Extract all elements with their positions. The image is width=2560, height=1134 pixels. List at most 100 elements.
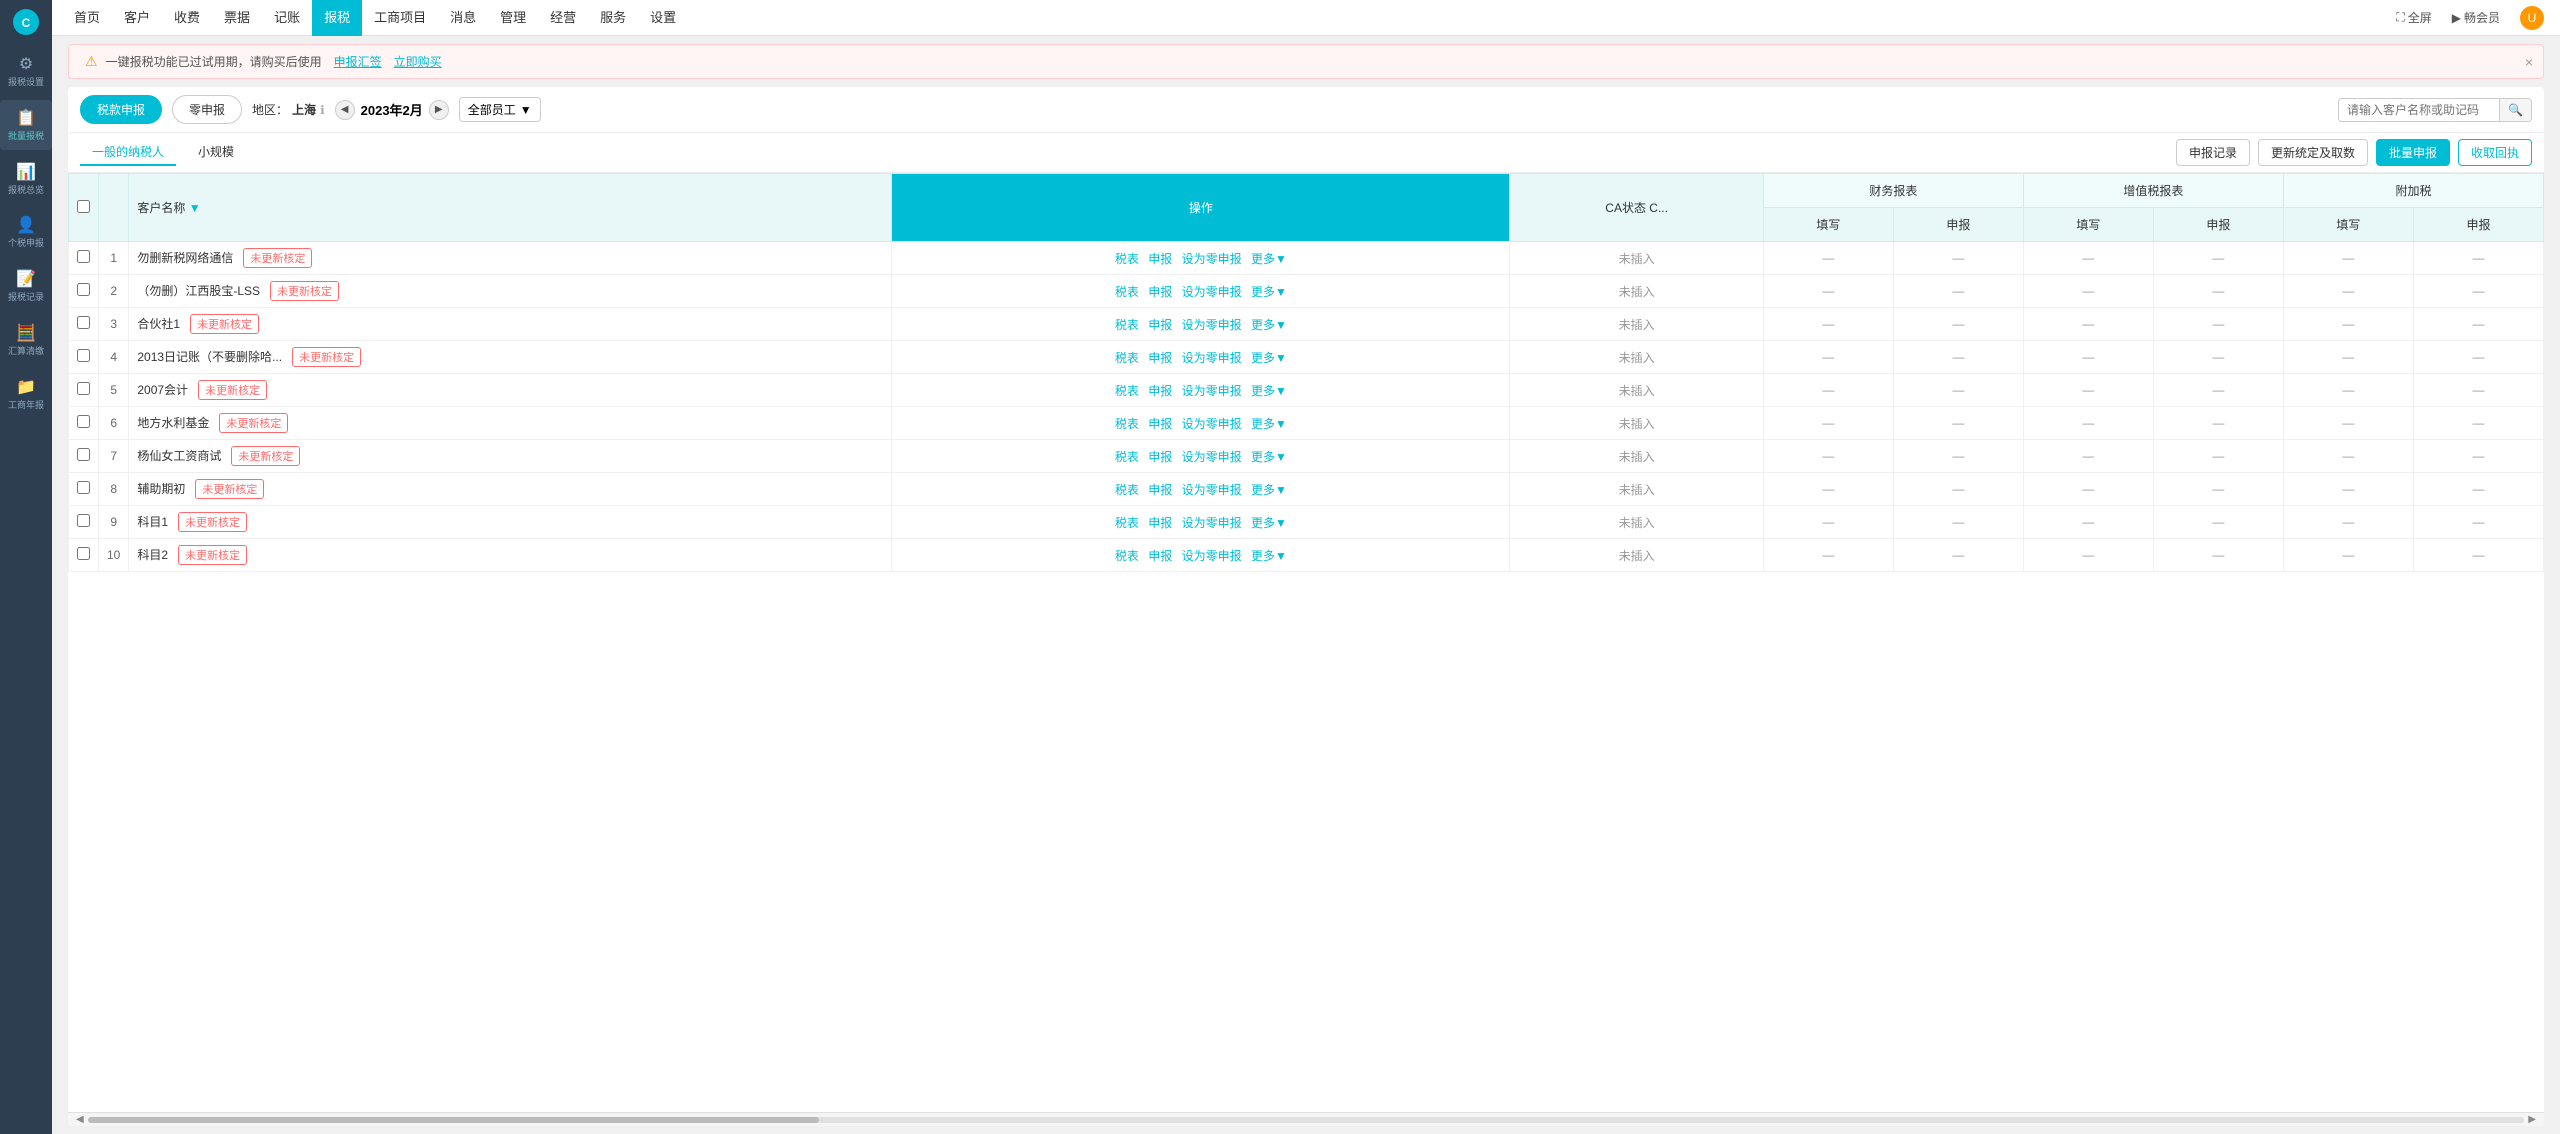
nav-home[interactable]: 首页 xyxy=(62,0,112,36)
nav-message[interactable]: 消息 xyxy=(438,0,488,36)
row-status-badge-4[interactable]: 未更新核定 xyxy=(198,380,267,400)
row-checkbox-2[interactable] xyxy=(77,316,90,329)
row-op-more-8[interactable]: 更多▼ xyxy=(1251,516,1287,530)
row-op-zero-2[interactable]: 设为零申报 xyxy=(1182,318,1242,332)
nav-account[interactable]: 记账 xyxy=(262,0,312,36)
row-op-tax-5[interactable]: 税表 xyxy=(1115,417,1139,431)
row-op-more-0[interactable]: 更多▼ xyxy=(1251,252,1287,266)
search-button[interactable]: 🔍 xyxy=(2499,99,2531,121)
row-status-badge-6[interactable]: 未更新核定 xyxy=(231,446,300,466)
nav-manage[interactable]: 管理 xyxy=(488,0,538,36)
row-op-declare-7[interactable]: 申报 xyxy=(1148,483,1172,497)
row-checkbox-7[interactable] xyxy=(77,481,90,494)
row-checkbox-3[interactable] xyxy=(77,349,90,362)
banner-close-icon[interactable]: × xyxy=(2525,54,2533,70)
sidebar-item-batch-tax[interactable]: 📋 批量报税 xyxy=(0,100,52,150)
row-op-declare-6[interactable]: 申报 xyxy=(1148,450,1172,464)
tab-general-taxpayer[interactable]: 一般的纳税人 xyxy=(80,139,176,166)
horizontal-scrollbar[interactable]: ◀ ▶ xyxy=(68,1112,2544,1126)
declare-record-button[interactable]: 申报记录 xyxy=(2176,139,2250,166)
row-checkbox-8[interactable] xyxy=(77,514,90,527)
row-op-zero-4[interactable]: 设为零申报 xyxy=(1182,384,1242,398)
row-op-zero-8[interactable]: 设为零申报 xyxy=(1182,516,1242,530)
row-op-tax-6[interactable]: 税表 xyxy=(1115,450,1139,464)
date-prev-button[interactable]: ◀ xyxy=(335,100,355,120)
row-op-zero-9[interactable]: 设为零申报 xyxy=(1182,549,1242,563)
row-op-more-9[interactable]: 更多▼ xyxy=(1251,549,1287,563)
row-op-declare-1[interactable]: 申报 xyxy=(1148,285,1172,299)
row-op-zero-0[interactable]: 设为零申报 xyxy=(1182,252,1242,266)
row-op-more-4[interactable]: 更多▼ xyxy=(1251,384,1287,398)
row-status-badge-0[interactable]: 未更新核定 xyxy=(243,248,312,268)
nav-settings[interactable]: 设置 xyxy=(638,0,688,36)
row-op-tax-9[interactable]: 税表 xyxy=(1115,549,1139,563)
sort-icon[interactable]: ▼ xyxy=(189,201,201,215)
banner-link-buy[interactable]: 立即购买 xyxy=(394,53,442,70)
row-op-declare-8[interactable]: 申报 xyxy=(1148,516,1172,530)
sidebar-item-tax-record[interactable]: 📝 报税记录 xyxy=(0,261,52,311)
row-op-more-3[interactable]: 更多▼ xyxy=(1251,351,1287,365)
nav-tax[interactable]: 报税 xyxy=(312,0,362,36)
row-status-badge-9[interactable]: 未更新核定 xyxy=(178,545,247,565)
row-op-tax-2[interactable]: 税表 xyxy=(1115,318,1139,332)
fullscreen-button[interactable]: ⛶ 全屏 xyxy=(2390,7,2437,28)
row-checkbox-5[interactable] xyxy=(77,415,90,428)
row-op-tax-3[interactable]: 税表 xyxy=(1115,351,1139,365)
row-op-tax-1[interactable]: 税表 xyxy=(1115,285,1139,299)
row-op-declare-3[interactable]: 申报 xyxy=(1148,351,1172,365)
row-op-zero-3[interactable]: 设为零申报 xyxy=(1182,351,1242,365)
row-op-zero-1[interactable]: 设为零申报 xyxy=(1182,285,1242,299)
tab-small-scale[interactable]: 小规模 xyxy=(186,139,246,166)
dept-select[interactable]: 全部员工 ▼ xyxy=(459,97,541,122)
row-op-zero-5[interactable]: 设为零申报 xyxy=(1182,417,1242,431)
row-op-tax-7[interactable]: 税表 xyxy=(1115,483,1139,497)
row-checkbox-0[interactable] xyxy=(77,250,90,263)
avatar[interactable]: U xyxy=(2514,4,2550,32)
search-input[interactable] xyxy=(2339,99,2499,121)
nav-invoice[interactable]: 票据 xyxy=(212,0,262,36)
scroll-thumb[interactable] xyxy=(88,1117,819,1123)
sidebar-item-personal-tax[interactable]: 👤 个税申报 xyxy=(0,207,52,257)
banner-link-record[interactable]: 申报汇签 xyxy=(334,53,382,70)
row-status-badge-8[interactable]: 未更新核定 xyxy=(178,512,247,532)
retrieve-receipt-button[interactable]: 收取回执 xyxy=(2458,139,2532,166)
scroll-right-arrow[interactable]: ▶ xyxy=(2524,1114,2540,1125)
row-status-badge-7[interactable]: 未更新核定 xyxy=(195,479,264,499)
row-op-declare-4[interactable]: 申报 xyxy=(1148,384,1172,398)
row-op-declare-5[interactable]: 申报 xyxy=(1148,417,1172,431)
nav-operation[interactable]: 经营 xyxy=(538,0,588,36)
row-status-badge-5[interactable]: 未更新核定 xyxy=(219,413,288,433)
row-op-declare-2[interactable]: 申报 xyxy=(1148,318,1172,332)
row-status-badge-2[interactable]: 未更新核定 xyxy=(190,314,259,334)
row-status-badge-1[interactable]: 未更新核定 xyxy=(270,281,339,301)
nav-client[interactable]: 客户 xyxy=(112,0,162,36)
row-op-more-1[interactable]: 更多▼ xyxy=(1251,285,1287,299)
row-op-declare-9[interactable]: 申报 xyxy=(1148,549,1172,563)
row-status-badge-3[interactable]: 未更新核定 xyxy=(292,347,361,367)
batch-declare-button[interactable]: 批量申报 xyxy=(2376,139,2450,166)
scroll-left-arrow[interactable]: ◀ xyxy=(72,1114,88,1125)
row-checkbox-6[interactable] xyxy=(77,448,90,461)
sidebar-item-tax-overview[interactable]: 📊 报税总览 xyxy=(0,154,52,204)
row-op-tax-0[interactable]: 税表 xyxy=(1115,252,1139,266)
row-op-tax-4[interactable]: 税表 xyxy=(1115,384,1139,398)
sidebar-item-calc-clear[interactable]: 🧮 汇算清缴 xyxy=(0,315,52,365)
sidebar-item-tax-settings[interactable]: ⚙ 报税设置 xyxy=(0,46,52,96)
nav-service[interactable]: 服务 xyxy=(588,0,638,36)
row-op-tax-8[interactable]: 税表 xyxy=(1115,516,1139,530)
row-op-more-7[interactable]: 更多▼ xyxy=(1251,483,1287,497)
row-checkbox-1[interactable] xyxy=(77,283,90,296)
row-op-more-6[interactable]: 更多▼ xyxy=(1251,450,1287,464)
row-op-zero-7[interactable]: 设为零申报 xyxy=(1182,483,1242,497)
row-checkbox-4[interactable] xyxy=(77,382,90,395)
sidebar-item-business-annual[interactable]: 📁 工商年报 xyxy=(0,369,52,419)
nav-billing[interactable]: 收费 xyxy=(162,0,212,36)
tab-zero-button[interactable]: 零申报 xyxy=(172,95,242,124)
tab-declare-button[interactable]: 税款申报 xyxy=(80,95,162,124)
row-op-zero-6[interactable]: 设为零申报 xyxy=(1182,450,1242,464)
select-all-checkbox[interactable] xyxy=(77,200,90,213)
update-data-button[interactable]: 更新统定及取数 xyxy=(2258,139,2368,166)
row-checkbox-9[interactable] xyxy=(77,547,90,560)
nav-business[interactable]: 工商项目 xyxy=(362,0,438,36)
row-op-more-5[interactable]: 更多▼ xyxy=(1251,417,1287,431)
